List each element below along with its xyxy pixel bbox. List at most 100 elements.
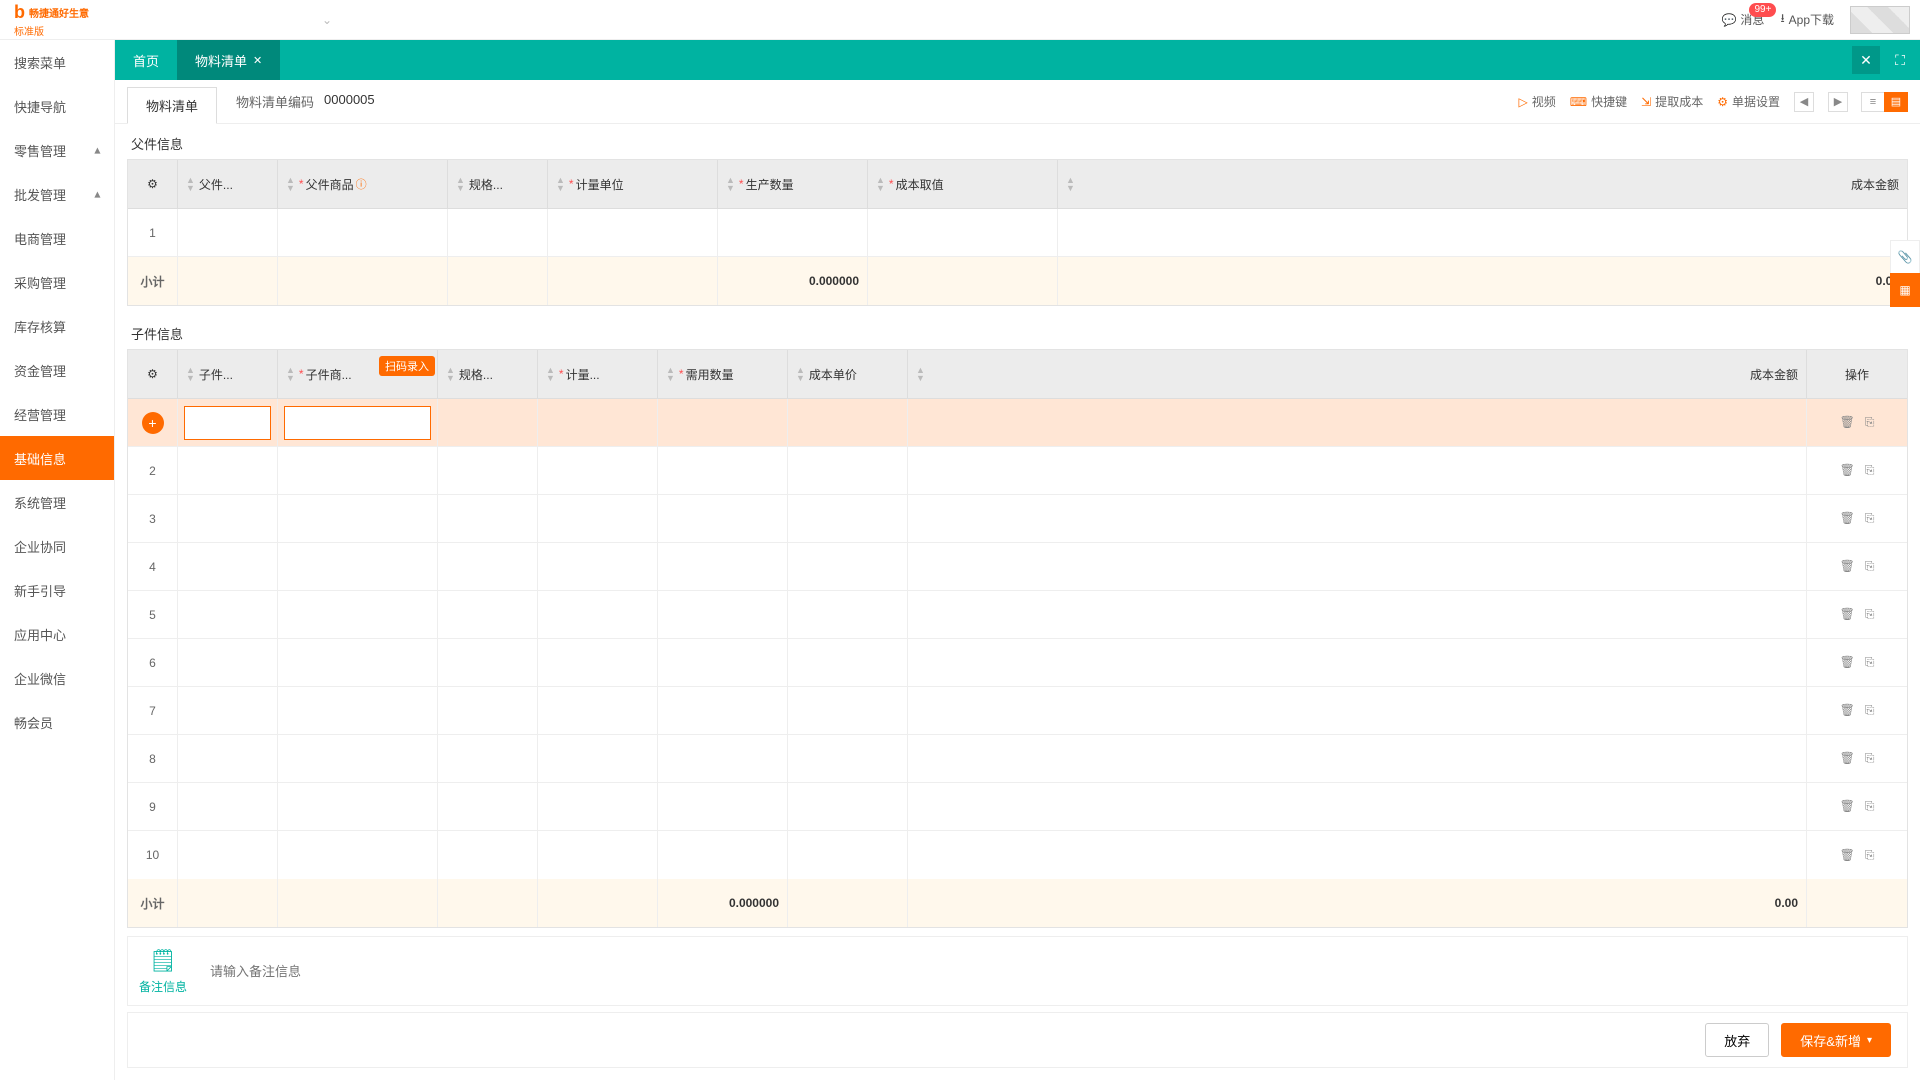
cell[interactable] bbox=[178, 399, 278, 446]
col-parent-product[interactable]: ▲▼*父件商品ⓘ bbox=[278, 160, 448, 208]
col-child-product[interactable]: ▲▼*子件商...扫码录入 bbox=[278, 350, 438, 398]
view-form-button[interactable]: ▤ bbox=[1884, 92, 1908, 112]
close-tab-button[interactable]: ✕ bbox=[1852, 46, 1880, 74]
child-row[interactable]: 8🗑⎘ bbox=[128, 735, 1907, 783]
video-help-button[interactable]: ▷视频 bbox=[1519, 93, 1556, 110]
cell[interactable] bbox=[178, 687, 278, 734]
cell[interactable] bbox=[658, 399, 788, 446]
save-and-new-button[interactable]: 保存&新增▾ bbox=[1781, 1023, 1891, 1057]
cell[interactable] bbox=[908, 687, 1807, 734]
sidebar-item[interactable]: 采购管理 bbox=[0, 260, 114, 304]
cell[interactable] bbox=[278, 495, 438, 542]
column-settings-button[interactable]: ⚙ bbox=[128, 350, 178, 398]
cell[interactable] bbox=[538, 687, 658, 734]
cell[interactable] bbox=[788, 831, 908, 879]
cell[interactable] bbox=[788, 495, 908, 542]
hotkey-button[interactable]: ⌨快捷键 bbox=[1570, 93, 1627, 110]
cell-input[interactable] bbox=[284, 406, 431, 440]
cell[interactable] bbox=[658, 543, 788, 590]
cell[interactable] bbox=[278, 543, 438, 590]
column-settings-button[interactable]: ⚙ bbox=[128, 160, 178, 208]
copy-row-button[interactable]: ⎘ bbox=[1865, 415, 1875, 430]
prev-record-button[interactable]: ◀ bbox=[1794, 92, 1814, 112]
remarks-input[interactable] bbox=[210, 964, 1895, 979]
copy-row-button[interactable]: ⎘ bbox=[1865, 559, 1875, 574]
sidebar-item[interactable]: 批发管理▶ bbox=[0, 172, 114, 216]
copy-row-button[interactable]: ⎘ bbox=[1865, 463, 1875, 478]
cell-parent-spec[interactable] bbox=[448, 209, 548, 256]
cell[interactable] bbox=[438, 735, 538, 782]
sidebar-item[interactable]: 系统管理 bbox=[0, 480, 114, 524]
cell-parent-cost-src[interactable] bbox=[868, 209, 1058, 256]
next-record-button[interactable]: ▶ bbox=[1828, 92, 1848, 112]
delete-row-button[interactable]: 🗑 bbox=[1840, 559, 1855, 574]
cell[interactable] bbox=[278, 399, 438, 446]
cell[interactable] bbox=[278, 831, 438, 879]
sidebar-item[interactable]: 新手引导 bbox=[0, 568, 114, 612]
cell-parent-cost-amt[interactable] bbox=[1058, 209, 1907, 256]
cell[interactable] bbox=[278, 735, 438, 782]
cell[interactable] bbox=[278, 639, 438, 686]
add-row-button[interactable]: + bbox=[142, 412, 164, 434]
cell[interactable] bbox=[538, 495, 658, 542]
cell[interactable] bbox=[438, 783, 538, 830]
extract-cost-button[interactable]: ⇲提取成本 bbox=[1641, 93, 1703, 110]
cell[interactable] bbox=[658, 639, 788, 686]
cell-input[interactable] bbox=[184, 406, 271, 440]
cell[interactable] bbox=[178, 735, 278, 782]
cell[interactable] bbox=[788, 447, 908, 494]
delete-row-button[interactable]: 🗑 bbox=[1840, 463, 1855, 478]
cell[interactable] bbox=[438, 447, 538, 494]
cell[interactable] bbox=[538, 399, 658, 446]
cell[interactable] bbox=[788, 639, 908, 686]
sidebar-item[interactable]: 零售管理▶ bbox=[0, 128, 114, 172]
cell[interactable] bbox=[178, 831, 278, 879]
doc-tab-bom[interactable]: 物料清单 bbox=[127, 87, 217, 124]
cell[interactable] bbox=[908, 399, 1807, 446]
child-row[interactable]: 9🗑⎘ bbox=[128, 783, 1907, 831]
view-list-button[interactable]: ≡ bbox=[1861, 92, 1885, 112]
col-parent-cost-amt[interactable]: ▲▼成本金额 bbox=[1058, 160, 1907, 208]
cell[interactable] bbox=[908, 591, 1807, 638]
cell[interactable] bbox=[178, 783, 278, 830]
cell[interactable] bbox=[658, 687, 788, 734]
cell[interactable] bbox=[438, 591, 538, 638]
cell[interactable] bbox=[538, 591, 658, 638]
cell[interactable] bbox=[908, 495, 1807, 542]
cell[interactable] bbox=[438, 639, 538, 686]
help-icon[interactable]: ⓘ bbox=[356, 176, 367, 192]
form-settings-button[interactable]: ⚙单据设置 bbox=[1717, 93, 1780, 110]
col-child-cost-amt[interactable]: ▲▼成本金额 bbox=[908, 350, 1807, 398]
cell[interactable] bbox=[538, 783, 658, 830]
col-parent-qty[interactable]: ▲▼*生产数量 bbox=[718, 160, 868, 208]
sidebar-item[interactable]: 基础信息 bbox=[0, 436, 114, 480]
col-parent-unit[interactable]: ▲▼*计量单位 bbox=[548, 160, 718, 208]
copy-row-button[interactable]: ⎘ bbox=[1865, 799, 1875, 814]
col-parent-cost-src[interactable]: ▲▼*成本取值 bbox=[868, 160, 1058, 208]
cell[interactable] bbox=[438, 831, 538, 879]
cell[interactable] bbox=[538, 543, 658, 590]
sidebar-item[interactable]: 电商管理 bbox=[0, 216, 114, 260]
cell[interactable] bbox=[538, 639, 658, 686]
sidebar-item[interactable]: 畅会员 bbox=[0, 700, 114, 744]
delete-row-button[interactable]: 🗑 bbox=[1840, 511, 1855, 526]
copy-row-button[interactable]: ⎘ bbox=[1865, 655, 1875, 670]
col-child-code[interactable]: ▲▼子件... bbox=[178, 350, 278, 398]
child-row[interactable]: +🗑⎘ bbox=[128, 399, 1907, 447]
user-avatar[interactable] bbox=[1850, 6, 1910, 34]
cell[interactable] bbox=[908, 639, 1807, 686]
cell[interactable] bbox=[278, 591, 438, 638]
cell[interactable] bbox=[908, 831, 1807, 879]
child-row[interactable]: 3🗑⎘ bbox=[128, 495, 1907, 543]
copy-row-button[interactable]: ⎘ bbox=[1865, 751, 1875, 766]
scan-input-badge[interactable]: 扫码录入 bbox=[379, 356, 435, 376]
cell[interactable] bbox=[278, 783, 438, 830]
cell[interactable] bbox=[788, 735, 908, 782]
col-child-unit[interactable]: ▲▼*计量... bbox=[538, 350, 658, 398]
sidebar-item[interactable]: 快捷导航 bbox=[0, 84, 114, 128]
delete-row-button[interactable]: 🗑 bbox=[1840, 607, 1855, 622]
attachment-button[interactable]: 📎 bbox=[1890, 240, 1920, 274]
cell[interactable] bbox=[658, 495, 788, 542]
col-child-spec[interactable]: ▲▼规格... bbox=[438, 350, 538, 398]
copy-row-button[interactable]: ⎘ bbox=[1865, 848, 1875, 863]
